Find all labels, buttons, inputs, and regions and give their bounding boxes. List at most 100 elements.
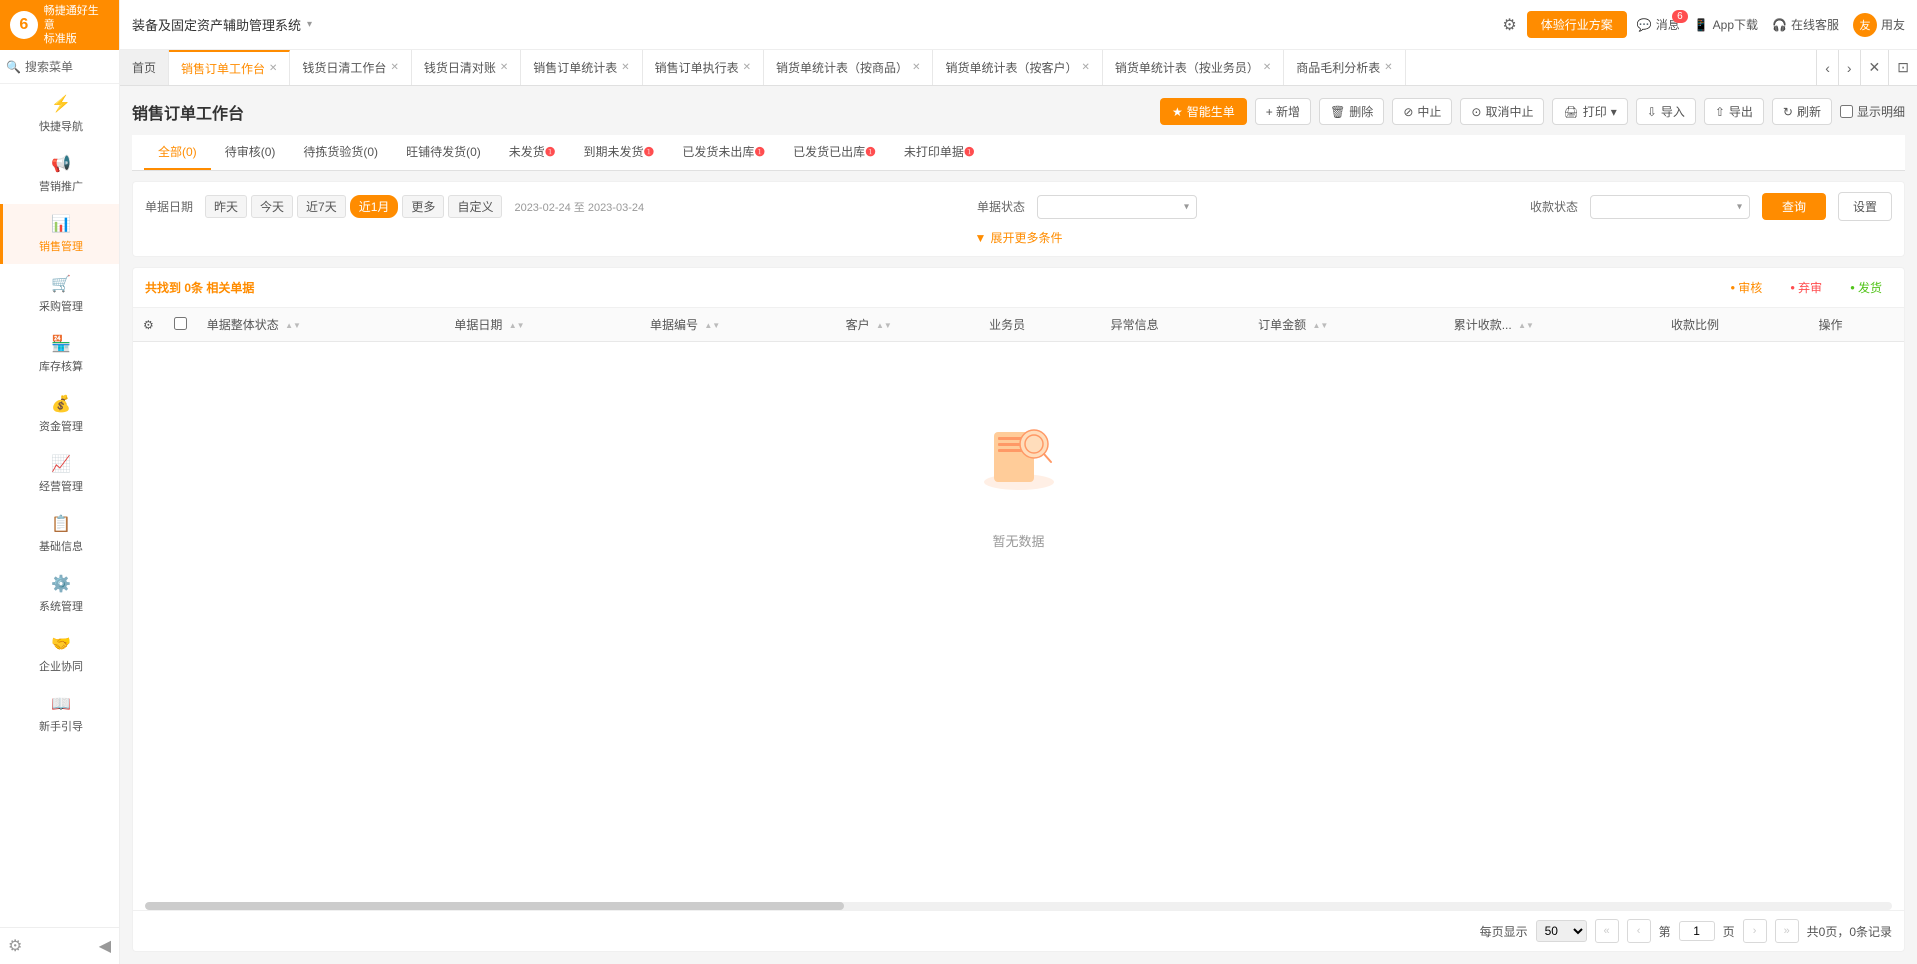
sort-date-icon[interactable]: ▲▼ (509, 322, 525, 330)
sub-tab-all[interactable]: 全部(0) (144, 135, 211, 170)
select-all-checkbox[interactable] (174, 317, 187, 330)
show-detail-input[interactable] (1840, 105, 1853, 118)
date-btn-1month[interactable]: 近1月 (350, 195, 399, 218)
sub-tab-pending-inspect[interactable]: 待拣货验货(0) (289, 135, 392, 170)
tab-close-profit[interactable]: ✕ (1384, 62, 1392, 73)
prev-page-btn[interactable]: ‹ (1627, 919, 1651, 943)
sidebar-item-operation[interactable]: 📈 经营管理 (0, 444, 119, 504)
sort-status-icon[interactable]: ▲▼ (285, 322, 301, 330)
sub-tab-overdue[interactable]: 到期未发货❶ (570, 135, 669, 170)
tab-menu-btn[interactable]: ⊡ (1888, 50, 1917, 86)
ship-dot: ● (1850, 283, 1855, 292)
user-area[interactable]: 友 用友 (1853, 13, 1905, 37)
page-input[interactable] (1679, 921, 1715, 941)
solution-button[interactable]: 体验行业方案 (1527, 11, 1627, 38)
tab-close-all-btn[interactable]: ✕ (1860, 50, 1889, 86)
review-button[interactable]: ● 审核 (1720, 276, 1772, 299)
query-button[interactable]: 查询 (1762, 193, 1826, 220)
next-page-btn[interactable]: › (1743, 919, 1767, 943)
settings-button[interactable]: 设置 (1838, 192, 1892, 221)
sidebar-item-marketing[interactable]: 📢 营销推广 (0, 144, 119, 204)
tab-profit-analysis[interactable]: 商品毛利分析表 ✕ (1284, 50, 1405, 86)
sub-tab-not-printed[interactable]: 未打印单据❶ (890, 135, 989, 170)
app-download-btn[interactable]: 📱 App下载 (1694, 16, 1758, 33)
ship-button[interactable]: ● 发货 (1840, 276, 1892, 299)
print-button[interactable]: 🖨 打印 ▾ (1552, 98, 1627, 125)
sidebar-item-purchase[interactable]: 🛒 采购管理 (0, 264, 119, 324)
sidebar-item-system[interactable]: ⚙️ 系统管理 (0, 564, 119, 624)
tab-sales-stats[interactable]: 销售订单统计表 ✕ (521, 50, 642, 86)
tab-close-sales-order[interactable]: ✕ (269, 63, 277, 74)
horizontal-scrollbar[interactable] (145, 902, 1892, 910)
expand-icon: ▼ (975, 231, 987, 245)
payment-select[interactable] (1590, 195, 1750, 219)
settings-bottom-icon[interactable]: ⚙ (8, 936, 22, 956)
tab-prev-btn[interactable]: ‹ (1816, 50, 1838, 86)
tab-sales-single-staff[interactable]: 销货单统计表（按业务员） ✕ (1103, 50, 1284, 86)
tab-close-cash-reconcile[interactable]: ✕ (500, 62, 508, 73)
tab-close-cash-daily[interactable]: ✕ (390, 62, 398, 73)
message-btn[interactable]: 💬 6 消息 (1637, 16, 1680, 33)
online-service-btn[interactable]: 🎧 在线客服 (1772, 16, 1839, 33)
delete-button[interactable]: 🗑 删除 (1319, 98, 1384, 125)
smart-create-button[interactable]: ★ 智能生单 (1160, 98, 1247, 125)
sidebar-item-basic[interactable]: 📋 基础信息 (0, 504, 119, 564)
tab-cash-daily[interactable]: 钱货日清工作台 ✕ (290, 50, 411, 86)
sub-tab-wangpu[interactable]: 旺铺待发货(0) (392, 135, 495, 170)
first-page-btn[interactable]: « (1595, 919, 1619, 943)
sidebar-item-guide[interactable]: 📖 新手引导 (0, 684, 119, 744)
date-btn-yesterday[interactable]: 昨天 (205, 195, 247, 218)
tab-next-btn[interactable]: › (1838, 50, 1860, 86)
tab-sales-order[interactable]: 销售订单工作台 ✕ (169, 50, 290, 86)
date-btn-7days[interactable]: 近7天 (297, 195, 346, 218)
tab-sales-single-product[interactable]: 销货单统计表（按商品） ✕ (764, 50, 933, 86)
abandon-review-button[interactable]: ● 弃审 (1780, 276, 1832, 299)
sub-tab-not-shipped[interactable]: 未发货❶ (495, 135, 570, 170)
show-detail-checkbox[interactable]: 显示明细 (1840, 103, 1905, 120)
date-btn-today[interactable]: 今天 (251, 195, 293, 218)
stop-button[interactable]: ⊘ 中止 (1392, 98, 1452, 125)
sort-amount-icon[interactable]: ▲▼ (1312, 322, 1328, 330)
sidebar-item-enterprise[interactable]: 🤝 企业协同 (0, 624, 119, 684)
th-number: 单据编号 ▲▼ (640, 308, 836, 342)
date-btn-more[interactable]: 更多 (402, 195, 444, 218)
refresh-button[interactable]: ↻ 刷新 (1772, 98, 1832, 125)
add-button[interactable]: + 新增 (1255, 98, 1311, 125)
sidebar-item-quick[interactable]: ⚡ 快捷导航 (0, 84, 119, 144)
tab-home[interactable]: 首页 (120, 50, 169, 86)
date-btn-custom[interactable]: 自定义 (448, 195, 502, 218)
sort-number-icon[interactable]: ▲▼ (704, 322, 720, 330)
last-page-btn[interactable]: » (1775, 919, 1799, 943)
sort-collected-icon[interactable]: ▲▼ (1518, 322, 1534, 330)
page-size-select[interactable]: 50 20 100 (1536, 920, 1587, 942)
purchase-icon: 🛒 (51, 274, 71, 294)
sidebar-item-sales[interactable]: 📊 销售管理 (0, 204, 119, 264)
refresh-icon: ↻ (1783, 105, 1793, 119)
tab-close-sales-exec[interactable]: ✕ (743, 62, 751, 73)
scrollbar-thumb[interactable] (145, 902, 844, 910)
tab-cash-reconcile[interactable]: 钱货日清对账 ✕ (412, 50, 521, 86)
tab-close-single-product[interactable]: ✕ (912, 62, 920, 73)
tab-sales-exec[interactable]: 销售订单执行表 ✕ (643, 50, 764, 86)
title-arrow-icon: ▾ (307, 19, 312, 30)
sub-tab-shipped-out[interactable]: 已发货已出库❶ (779, 135, 890, 170)
sidebar-item-finance[interactable]: 💰 资金管理 (0, 384, 119, 444)
sidebar-item-stock[interactable]: 🏪 库存核算 (0, 324, 119, 384)
topbar-gear-icon[interactable]: ⚙ (1502, 15, 1516, 35)
column-settings-icon[interactable]: ⚙ (143, 318, 154, 332)
cancel-stop-button[interactable]: ⊙ 取消中止 (1460, 98, 1544, 125)
status-select[interactable] (1037, 195, 1197, 219)
expand-filter-btn[interactable]: ▼ 展开更多条件 (975, 229, 1063, 246)
sub-tab-shipped-not-out[interactable]: 已发货未出库❶ (668, 135, 779, 170)
tab-close-sales-stats[interactable]: ✕ (621, 62, 629, 73)
collapse-icon[interactable]: ◀ (99, 936, 111, 956)
th-amount: 订单金额 ▲▼ (1248, 308, 1444, 342)
sub-tab-pending[interactable]: 待审核(0) (211, 135, 290, 170)
tab-close-single-staff[interactable]: ✕ (1263, 62, 1271, 73)
sidebar-search[interactable]: 🔍 搜索菜单 (0, 50, 119, 84)
tab-close-single-customer[interactable]: ✕ (1081, 62, 1089, 73)
tab-sales-single-customer[interactable]: 销货单统计表（按客户） ✕ (933, 50, 1102, 86)
import-button[interactable]: ⇩ 导入 (1636, 98, 1696, 125)
export-button[interactable]: ⇧ 导出 (1704, 98, 1764, 125)
sort-customer-icon[interactable]: ▲▼ (876, 322, 892, 330)
